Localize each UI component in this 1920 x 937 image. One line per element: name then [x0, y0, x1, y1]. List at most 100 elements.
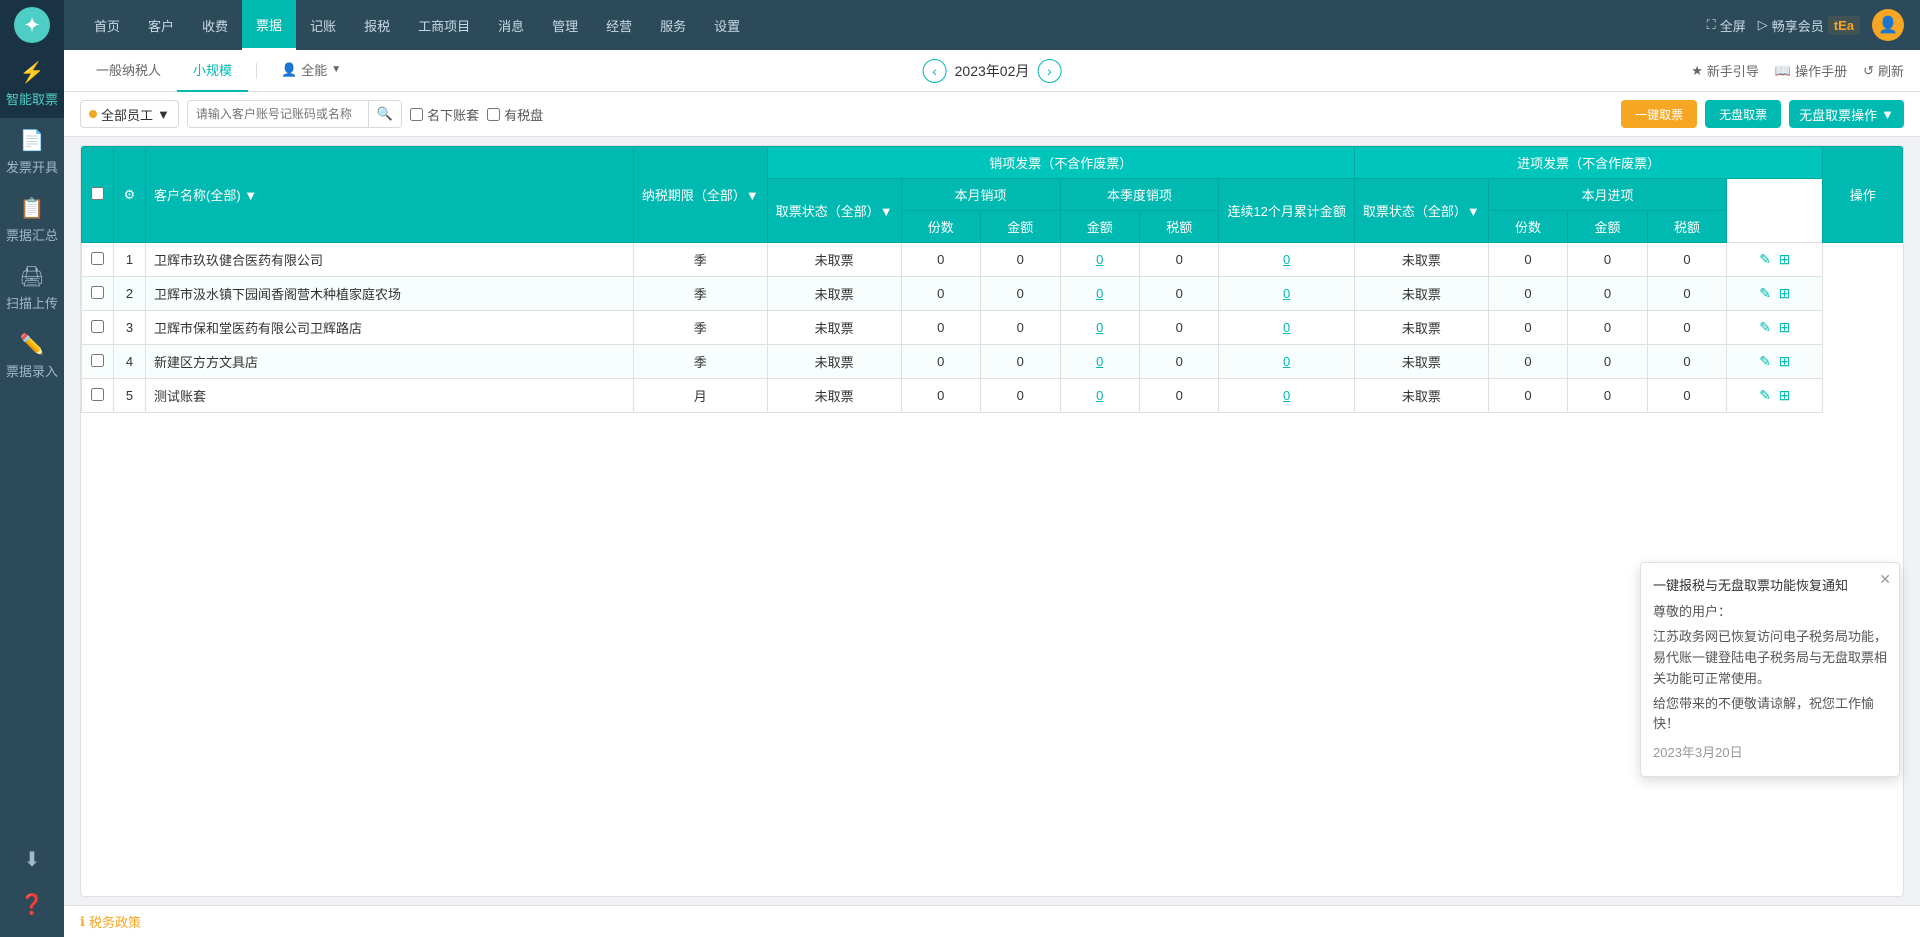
nav-billing[interactable]: 收费	[188, 0, 242, 50]
row-purchase-monthly-count: 0	[1488, 345, 1567, 379]
sidebar-item-data-entry[interactable]: ✏️ 票据录入	[0, 322, 64, 390]
has-taxpad-checkbox[interactable]	[487, 108, 500, 121]
sidebar-item-issue-invoice[interactable]: 📄 发票开具	[0, 118, 64, 186]
row-checkbox-cell[interactable]	[82, 379, 114, 413]
sidebar-item-smart-fetch[interactable]: ⚡ 智能取票	[0, 50, 64, 118]
nav-management[interactable]: 管理	[538, 0, 592, 50]
row-sales-12month: 0	[1219, 277, 1354, 311]
subtabs-bar: 一般纳税人 小规模 👤 全能 ▼ ‹ 2023年02月 › ★ 新手引导	[64, 50, 1920, 92]
nav-home[interactable]: 首页	[80, 0, 134, 50]
sidebar-item-help[interactable]: ❓	[0, 882, 64, 927]
one-key-fetch-button[interactable]: 一键取票	[1621, 100, 1697, 128]
row-checkbox[interactable]	[91, 354, 104, 367]
nav-bookkeeping[interactable]: 记账	[296, 0, 350, 50]
row-checkbox[interactable]	[91, 252, 104, 265]
nav-customer[interactable]: 客户	[134, 0, 188, 50]
user-avatar[interactable]: 👤	[1872, 9, 1904, 41]
row-checkbox-cell[interactable]	[82, 243, 114, 277]
row-sales-quarterly-amount: 0	[1060, 277, 1139, 311]
row-sales-monthly-count: 0	[901, 311, 980, 345]
table-body: 1 卫辉市玖玖健合医药有限公司 季 未取票 0 0 0 0 0 未取票 0 0 …	[82, 243, 1903, 413]
has-taxpad-checkbox-label[interactable]: 有税盘	[487, 105, 543, 124]
new-guide-button[interactable]: ★ 新手引导	[1691, 61, 1759, 80]
manual-button[interactable]: 📖 操作手册	[1775, 61, 1847, 80]
tab-all[interactable]: 👤 全能 ▼	[265, 50, 357, 92]
nav-settings[interactable]: 设置	[700, 0, 754, 50]
row-number-cell: 2	[114, 277, 146, 311]
table-row: 5 测试账套 月 未取票 0 0 0 0 0 未取票 0 0 0 ✎ ⊞	[82, 379, 1903, 413]
row-checkbox[interactable]	[91, 320, 104, 333]
row-checkbox[interactable]	[91, 286, 104, 299]
tax-period-header[interactable]: 纳税期限（全部）▼	[633, 147, 767, 243]
my-accounts-checkbox[interactable]	[410, 108, 423, 121]
nav-industry[interactable]: 工商项目	[404, 0, 484, 50]
row-checkbox-cell[interactable]	[82, 345, 114, 379]
sales-status-header[interactable]: 取票状态（全部）▼	[767, 179, 901, 243]
view-icon[interactable]: ⊞	[1779, 353, 1791, 369]
edit-icon[interactable]: ✎	[1759, 353, 1771, 369]
edit-icon[interactable]: ✎	[1759, 285, 1771, 301]
notification-body: 尊敬的用户： 江苏政务网已恢复访问电子税务局功能，易代账一键登陆电子税务局与无盘…	[1653, 602, 1887, 764]
nav-tax[interactable]: 报税	[350, 0, 404, 50]
view-icon[interactable]: ⊞	[1779, 387, 1791, 403]
row-sales-status: 未取票	[767, 243, 901, 277]
period-prev-button[interactable]: ‹	[923, 59, 947, 83]
top-navigation: 首页 客户 收费 票据 记账 报税 工商项目 消息 管理 经营 服务 设置 ⛶ …	[64, 0, 1920, 50]
no-disk-fetch-button[interactable]: 无盘取票	[1705, 100, 1781, 128]
search-input[interactable]	[188, 107, 368, 121]
tax-policy-link[interactable]: ℹ 税务政策	[80, 912, 141, 931]
sidebar-item-invoice-summary[interactable]: 📋 票据汇总	[0, 186, 64, 254]
row-actions: ✎ ⊞	[1727, 311, 1823, 345]
row-sales-monthly-count: 0	[901, 243, 980, 277]
tab-general[interactable]: 一般纳税人	[80, 50, 177, 92]
sales-quarterly-tax-header: 税额	[1139, 211, 1218, 243]
edit-icon[interactable]: ✎	[1759, 319, 1771, 335]
view-icon[interactable]: ⊞	[1779, 319, 1791, 335]
tab-small[interactable]: 小规模	[177, 50, 248, 92]
fullscreen-button[interactable]: ⛶ 全屏	[1707, 16, 1746, 35]
row-purchase-status: 未取票	[1354, 311, 1488, 345]
row-customer-name: 卫辉市保和堂医药有限公司卫辉路店	[146, 311, 634, 345]
select-all-header[interactable]	[82, 147, 114, 243]
purchase-status-header[interactable]: 取票状态（全部）▼	[1354, 179, 1488, 243]
member-button[interactable]: ▷ 畅享会员 tEa	[1758, 16, 1860, 35]
row-purchase-status: 未取票	[1354, 243, 1488, 277]
subtabs-wrapper: 一般纳税人 小规模 👤 全能 ▼ ‹ 2023年02月 › ★ 新手引导	[80, 50, 1904, 92]
view-icon[interactable]: ⊞	[1779, 251, 1791, 267]
row-checkbox-cell[interactable]	[82, 277, 114, 311]
row-checkbox[interactable]	[91, 388, 104, 401]
no-disk-ops-dropdown[interactable]: 无盘取票操作 ▼	[1789, 100, 1904, 128]
settings-header[interactable]: ⚙	[114, 147, 146, 243]
row-checkbox-cell[interactable]	[82, 311, 114, 345]
edit-icon[interactable]: ✎	[1759, 387, 1771, 403]
row-sales-quarterly-tax: 0	[1139, 379, 1218, 413]
refresh-button[interactable]: ↺ 刷新	[1863, 61, 1904, 80]
nav-invoice[interactable]: 票据	[242, 0, 296, 50]
dropdown-arrow-icon: ▼	[1881, 107, 1894, 122]
row-sales-monthly-amount: 0	[981, 379, 1060, 413]
row-customer-name: 测试账套	[146, 379, 634, 413]
employee-filter[interactable]: 全部员工 ▼	[80, 100, 179, 128]
notification-close-button[interactable]: ✕	[1879, 571, 1891, 588]
row-actions: ✎ ⊞	[1727, 277, 1823, 311]
customer-name-header[interactable]: 客户名称(全部) ▼	[146, 147, 634, 243]
edit-icon[interactable]: ✎	[1759, 251, 1771, 267]
fullscreen-icon: ⛶	[1707, 17, 1716, 33]
select-all-checkbox[interactable]	[91, 187, 104, 200]
period-next-button[interactable]: ›	[1037, 59, 1061, 83]
sales-quarterly-header: 本季度销项	[1060, 179, 1219, 211]
search-button[interactable]: 🔍	[368, 101, 401, 127]
all-icon: 👤	[281, 62, 297, 78]
sidebar-item-download[interactable]: ⬇	[0, 837, 64, 882]
row-period: 季	[633, 311, 767, 345]
nav-operation[interactable]: 经营	[592, 0, 646, 50]
help-icon: ❓	[20, 892, 45, 917]
view-icon[interactable]: ⊞	[1779, 285, 1791, 301]
my-accounts-checkbox-label[interactable]: 名下账套	[410, 105, 479, 124]
nav-service[interactable]: 服务	[646, 0, 700, 50]
row-purchase-status: 未取票	[1354, 345, 1488, 379]
row-sales-monthly-amount: 0	[981, 345, 1060, 379]
row-purchase-monthly-tax: 0	[1647, 277, 1726, 311]
sidebar-item-scan-upload[interactable]: 🖨 扫描上传	[0, 254, 64, 322]
nav-message[interactable]: 消息	[484, 0, 538, 50]
